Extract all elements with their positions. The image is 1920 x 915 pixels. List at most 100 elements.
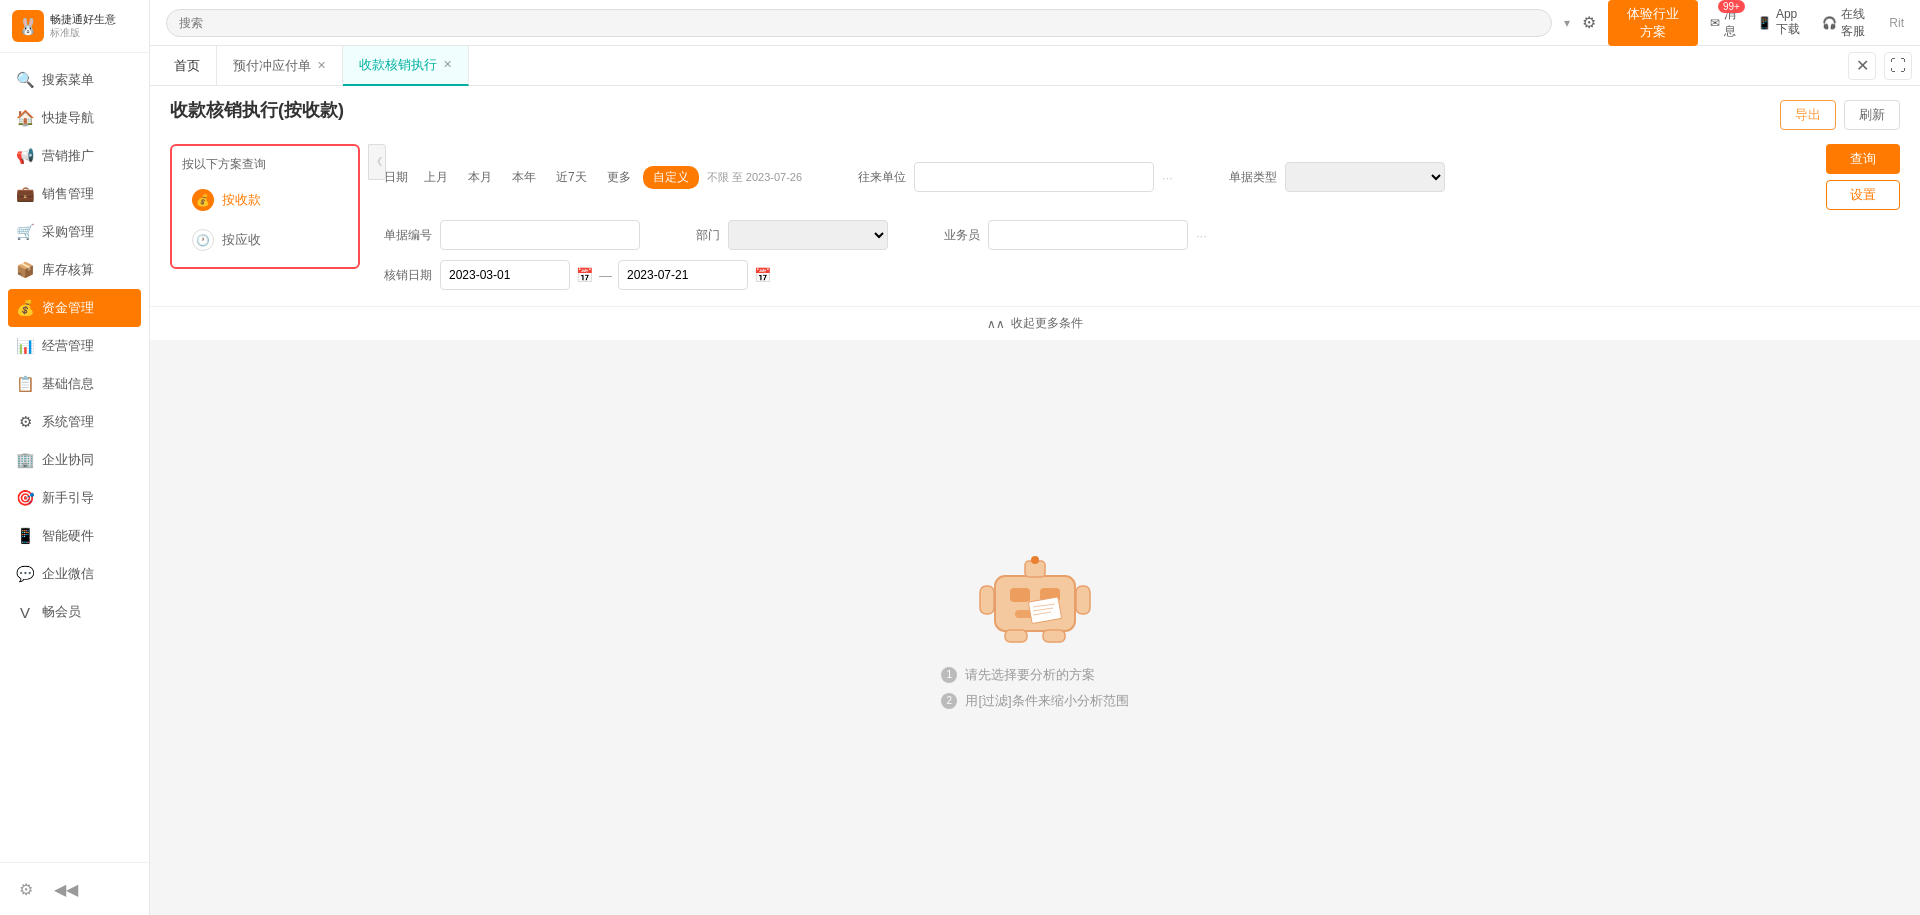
management-icon: 📊 [16, 337, 34, 355]
verify-date-end-input[interactable] [618, 260, 748, 290]
sidebar-label-smart-hw: 智能硬件 [42, 527, 94, 545]
service-btn[interactable]: 🎧 在线客服 [1822, 6, 1869, 40]
sidebar-item-marketing[interactable]: 📢营销推广 [0, 137, 149, 175]
dept-select[interactable] [728, 220, 888, 250]
staff-more-icon[interactable]: ··· [1196, 228, 1207, 243]
sidebar-label-inventory: 库存核算 [42, 261, 94, 279]
gear-icon[interactable]: ⚙ [1582, 13, 1596, 32]
sidebar-label-enterprise: 企业协同 [42, 451, 94, 469]
query-btn[interactable]: 查询 [1826, 144, 1900, 174]
sidebar-item-finance[interactable]: 💰资金管理 [8, 289, 141, 327]
filter-row-3: 核销日期 📅 — 📅 [384, 260, 1900, 290]
verify-date-start-calendar-icon[interactable]: 📅 [576, 267, 593, 283]
tip-2-text: 用[过滤]条件来缩小分析范围 [965, 692, 1128, 710]
logo-badge: 标准版 [50, 26, 116, 40]
counterparty-more-icon[interactable]: ··· [1162, 170, 1173, 185]
date-btn-7days[interactable]: 近7天 [548, 166, 595, 189]
sidebar-item-wechat[interactable]: 💬企业微信 [0, 555, 149, 593]
sidebar-item-quick-nav[interactable]: 🏠快捷导航 [0, 99, 149, 137]
svg-rect-9 [1043, 630, 1065, 642]
date-btn-this-year[interactable]: 本年 [504, 166, 544, 189]
service-label: 在线客服 [1841, 6, 1869, 40]
refresh-btn[interactable]: 刷新 [1844, 100, 1900, 130]
filter-dept-group: 部门 [696, 220, 888, 250]
date-btn-this-month[interactable]: 本月 [460, 166, 500, 189]
collapse-more-btn[interactable]: ∧∧ 收起更多条件 [150, 306, 1920, 340]
empty-tips: 1 请先选择要分析的方案 2 用[过滤]条件来缩小分析范围 [941, 666, 1128, 710]
sidebar-label-search: 搜索菜单 [42, 71, 94, 89]
user-name[interactable]: Rit [1889, 16, 1904, 30]
filter-sidebar-box: 按以下方案查询 💰 按收款 🕐 按应收 [170, 144, 360, 269]
wechat-icon: 💬 [16, 565, 34, 583]
filter-by-receivable[interactable]: 🕐 按应收 [182, 223, 348, 257]
tabbar: 首页 预付冲应付单 ✕ 收款核销执行 ✕ ✕ ⛶ [150, 46, 1920, 86]
settings-bottom-btn[interactable]: ⚙ [10, 873, 42, 905]
sidebar-label-system: 系统管理 [42, 413, 94, 431]
enterprise-icon: 🏢 [16, 451, 34, 469]
action-btns: 查询 设置 [1826, 144, 1900, 210]
member-icon: V [16, 603, 34, 621]
maximize-btn[interactable]: ⛶ [1884, 52, 1912, 80]
sidebar-label-member: 畅会员 [42, 603, 81, 621]
date-btn-more[interactable]: 更多 [599, 166, 639, 189]
counterparty-input[interactable] [914, 162, 1154, 192]
tab-receipt-verify[interactable]: 收款核销执行 ✕ [343, 46, 469, 86]
topbar-right: ✉ 消息 99+ 📱 App下载 🎧 在线客服 Rit [1710, 6, 1904, 40]
sidebar-item-enterprise[interactable]: 🏢 企业协同 [0, 441, 149, 479]
setting-btn[interactable]: 设置 [1826, 180, 1900, 210]
search-icon: 🔍 [16, 71, 34, 89]
chevron-up-icon: ∧∧ [987, 317, 1005, 331]
sidebar-item-member[interactable]: V 畅会员 [0, 593, 149, 631]
collapse-more-label: 收起更多条件 [1011, 315, 1083, 332]
sidebar-item-inventory[interactable]: 📦库存核算 [0, 251, 149, 289]
main-area: ▾ ⚙ 体验行业方案 ✉ 消息 99+ 📱 App下载 🎧 在线客服 Rit 首… [150, 0, 1920, 915]
date-btn-custom[interactable]: 自定义 [643, 166, 699, 189]
doctype-label: 单据类型 [1229, 169, 1277, 186]
export-btn[interactable]: 导出 [1780, 100, 1836, 130]
staff-input[interactable] [988, 220, 1188, 250]
filter-doctype-group: 单据类型 [1229, 162, 1445, 192]
sidebar-nav: 🔍 搜索菜单 🏠快捷导航 📢营销推广 💼销售管理 🛒采购管理 📦库存核算 💰资金管… [0, 53, 149, 862]
dept-label: 部门 [696, 227, 720, 244]
message-btn[interactable]: ✉ 消息 99+ [1710, 6, 1737, 40]
close-tab-btn[interactable]: ✕ [1848, 52, 1876, 80]
industry-btn[interactable]: 体验行业方案 [1608, 0, 1698, 46]
verify-date-end-calendar-icon[interactable]: 📅 [754, 267, 771, 283]
tab-receipt-verify-close[interactable]: ✕ [443, 58, 452, 71]
doctype-select[interactable] [1285, 162, 1445, 192]
tab-actions: ✕ ⛶ [1848, 52, 1912, 80]
sidebar-item-smart-hw[interactable]: 📱智能硬件 [0, 517, 149, 555]
app-download-btn[interactable]: 📱 App下载 [1757, 7, 1802, 38]
topbar-search-input[interactable] [166, 9, 1552, 37]
filter-by-receipt[interactable]: 💰 按收款 [182, 183, 348, 217]
counterparty-label: 往来单位 [858, 169, 906, 186]
sidebar-item-system[interactable]: ⚙系统管理 [0, 403, 149, 441]
sidebar-item-management[interactable]: 📊经营管理 [0, 327, 149, 365]
tab-home[interactable]: 首页 [158, 46, 217, 86]
svg-rect-6 [980, 586, 994, 614]
message-badge: 99+ [1718, 0, 1745, 13]
tab-prepay-label: 预付冲应付单 [233, 57, 311, 75]
sidebar-item-search[interactable]: 🔍 搜索菜单 [0, 61, 149, 99]
sidebar-item-basic-info[interactable]: 📋基础信息 [0, 365, 149, 403]
verify-date-label: 核销日期 [384, 267, 432, 284]
empty-robot-icon [975, 546, 1095, 646]
tab-prepay[interactable]: 预付冲应付单 ✕ [217, 46, 343, 86]
sidebar-label-quick-nav: 快捷导航 [42, 109, 94, 127]
docnumber-input[interactable] [440, 220, 640, 250]
collapse-sidebar-btn[interactable]: ◀◀ [50, 873, 82, 905]
sidebar-item-purchase[interactable]: 🛒采购管理 [0, 213, 149, 251]
verify-date-start-input[interactable] [440, 260, 570, 290]
date-btn-last-month[interactable]: 上月 [416, 166, 456, 189]
sidebar-item-sales[interactable]: 💼销售管理 [0, 175, 149, 213]
tip-num-2: 2 [941, 693, 957, 709]
filter-row-2: 单据编号 部门 业务员 ··· [384, 220, 1900, 250]
sidebar-item-guide[interactable]: 🎯新手引导 [0, 479, 149, 517]
tab-prepay-close[interactable]: ✕ [317, 59, 326, 72]
collapse-filter-btn[interactable]: 《 [368, 144, 386, 180]
service-icon: 🎧 [1822, 16, 1837, 30]
chevron-down-icon[interactable]: ▾ [1564, 16, 1570, 30]
filter-docnumber-group: 单据编号 [384, 220, 640, 250]
sidebar-label-finance: 资金管理 [42, 299, 94, 317]
app-icon: 📱 [1757, 16, 1772, 30]
